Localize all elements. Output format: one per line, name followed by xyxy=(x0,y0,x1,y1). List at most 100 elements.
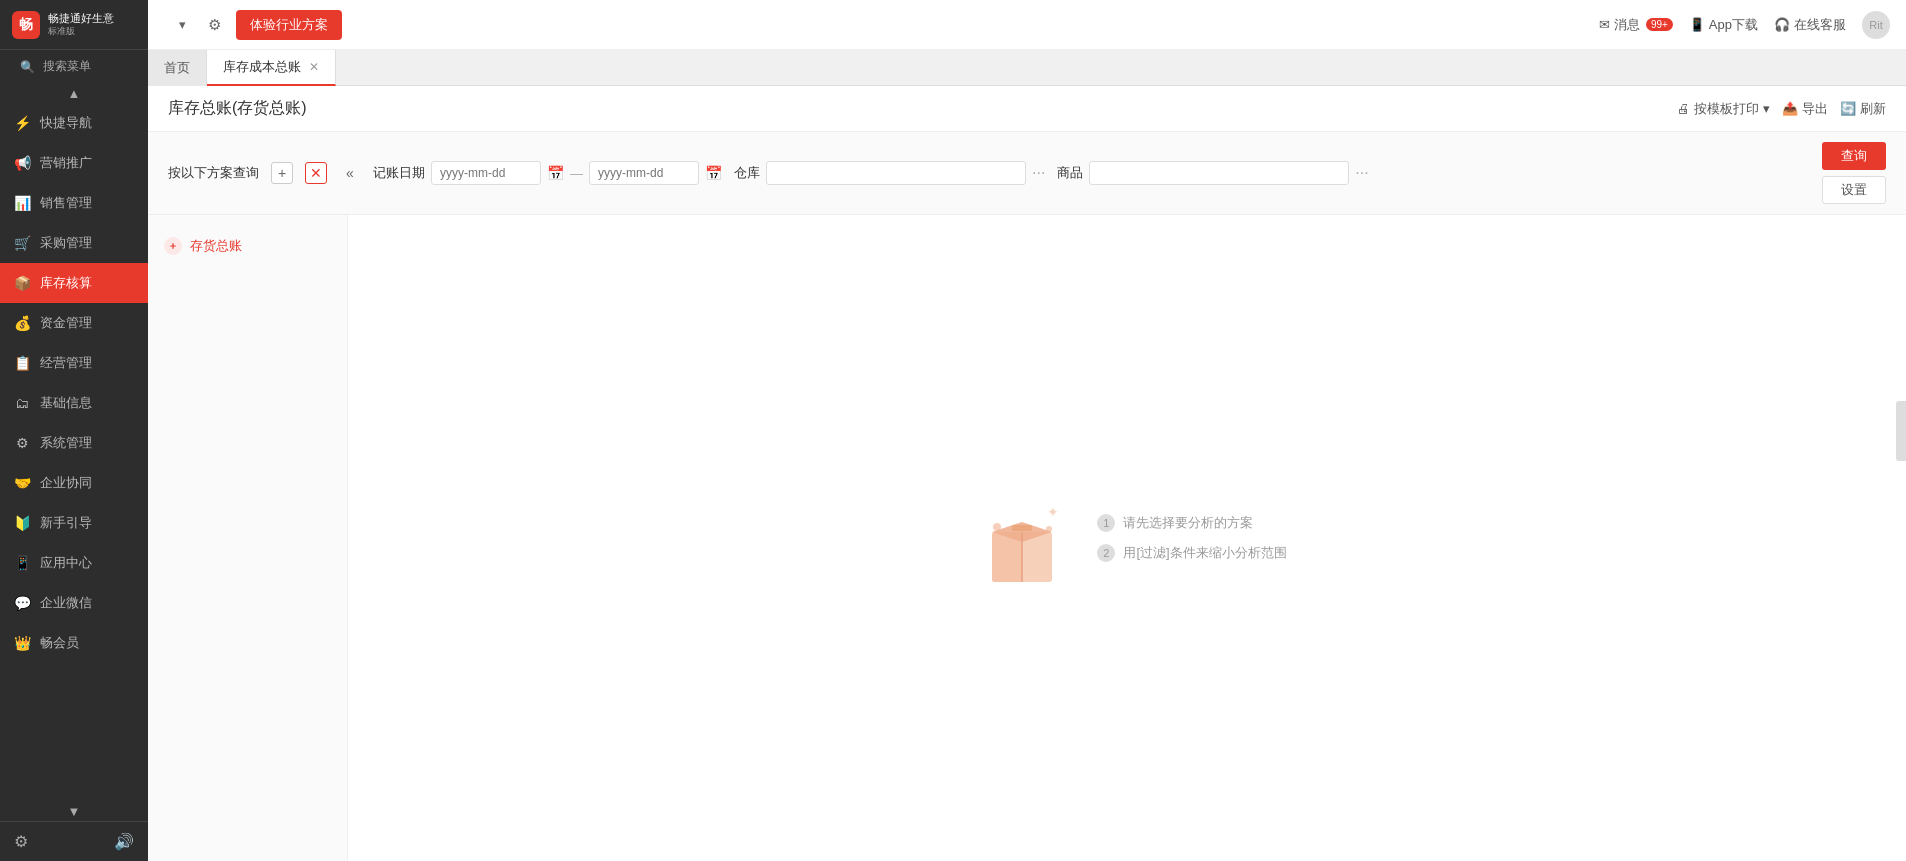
scheme-item[interactable]: 存货总账 xyxy=(148,227,347,265)
sidebar-item-label: 销售管理 xyxy=(40,194,92,212)
filter-date-group: 记账日期 📅 — 📅 xyxy=(373,161,722,185)
hint-num-2: 2 xyxy=(1097,544,1115,562)
export-icon: 📤 xyxy=(1782,101,1798,116)
finance-icon: 💰 xyxy=(12,315,32,331)
svg-rect-5 xyxy=(1012,525,1032,531)
sidebar-item-sales[interactable]: 📊 销售管理 xyxy=(0,183,148,223)
empty-state: ✦ 1 请先选择要分析的方案 2 用[过滤]条件来缩小分析范围 xyxy=(348,215,1906,861)
filter-bar: 按以下方案查询 + ✕ « 记账日期 📅 — 📅 仓库 ··· 商品 ··· xyxy=(148,132,1906,215)
headset-icon: 🎧 xyxy=(1774,17,1790,32)
right-panel-indicator[interactable] xyxy=(1896,401,1906,461)
hint-num-1: 1 xyxy=(1097,514,1115,532)
user-avatar[interactable]: Rit xyxy=(1862,11,1890,39)
scheme-sidebar: 存货总账 xyxy=(148,215,348,861)
dropdown-btn[interactable]: ▾ xyxy=(172,15,192,35)
sidebar-item-marketing[interactable]: 📢 营销推广 xyxy=(0,143,148,183)
content-body: 存货总账 xyxy=(148,215,1906,861)
message-icon: ✉ xyxy=(1599,17,1610,32)
tab-close-btn[interactable]: ✕ xyxy=(309,60,319,74)
print-icon: 🖨 xyxy=(1677,101,1690,116)
sidebar: 畅 畅捷通好生意 标准版 🔍 搜索菜单 ▲ ⚡ 快捷导航 📢 营销推广 📊 销售… xyxy=(0,0,148,861)
filter-add-btn[interactable]: + xyxy=(271,162,293,184)
online-service-item[interactable]: 🎧 在线客服 xyxy=(1774,16,1846,34)
enterprise-icon: 🤝 xyxy=(12,475,32,491)
query-btn[interactable]: 查询 xyxy=(1822,142,1886,170)
date-label: 记账日期 xyxy=(373,164,425,182)
sidebar-item-app-center[interactable]: 📱 应用中心 xyxy=(0,543,148,583)
date-start-input[interactable] xyxy=(431,161,541,185)
sidebar-item-operations[interactable]: 📋 经营管理 xyxy=(0,343,148,383)
sidebar-item-finance[interactable]: 💰 资金管理 xyxy=(0,303,148,343)
refresh-btn[interactable]: 🔄 刷新 xyxy=(1840,100,1886,118)
industry-btn[interactable]: 体验行业方案 xyxy=(236,10,342,40)
sidebar-item-member[interactable]: 👑 畅会员 xyxy=(0,623,148,663)
app-download-item[interactable]: 📱 App下载 xyxy=(1689,16,1758,34)
speaker-footer-icon[interactable]: 🔊 xyxy=(114,832,134,851)
member-icon: 👑 xyxy=(12,635,32,651)
scheme-badge xyxy=(164,237,182,255)
empty-text-block: 1 请先选择要分析的方案 2 用[过滤]条件来缩小分析范围 xyxy=(1097,514,1286,562)
svg-text:✦: ✦ xyxy=(1047,504,1059,520)
sidebar-item-inventory[interactable]: 📦 库存核算 xyxy=(0,263,148,303)
filter-actions: 查询 设置 xyxy=(1822,142,1886,204)
tab-home-label: 首页 xyxy=(164,59,190,77)
sidebar-item-enterprise[interactable]: 🤝 企业协同 xyxy=(0,463,148,503)
sidebar-item-label: 采购管理 xyxy=(40,234,92,252)
main-area: ▾ ⚙ 体验行业方案 ✉ 消息 99+ 📱 App下载 🎧 在线客服 Rit 首… xyxy=(148,0,1906,861)
warehouse-label: 仓库 xyxy=(734,164,760,182)
operations-icon: 📋 xyxy=(12,355,32,371)
hint-text-2: 用[过滤]条件来缩小分析范围 xyxy=(1123,544,1286,562)
settings-btn[interactable]: 设置 xyxy=(1822,176,1886,204)
calendar-end-icon[interactable]: 📅 xyxy=(705,165,722,181)
page-title: 库存总账(存货总账) xyxy=(168,98,307,119)
sidebar-search[interactable]: 🔍 搜索菜单 xyxy=(0,50,148,83)
sidebar-item-system[interactable]: ⚙ 系统管理 xyxy=(0,423,148,463)
sidebar-item-guide[interactable]: 🔰 新手引导 xyxy=(0,503,148,543)
sidebar-item-label: 基础信息 xyxy=(40,394,92,412)
scroll-down-btn[interactable]: ▼ xyxy=(0,801,148,821)
online-service-label: 在线客服 xyxy=(1794,16,1846,34)
settings-footer-icon[interactable]: ⚙ xyxy=(14,832,28,851)
filter-collapse-btn[interactable]: « xyxy=(339,162,361,184)
sidebar-item-quick-nav[interactable]: ⚡ 快捷导航 xyxy=(0,103,148,143)
print-btn[interactable]: 🖨 按模板打印 ▾ xyxy=(1677,100,1770,118)
content-area: 库存总账(存货总账) 🖨 按模板打印 ▾ 📤 导出 🔄 刷新 按以下方案查 xyxy=(148,86,1906,861)
calendar-start-icon[interactable]: 📅 xyxy=(547,165,564,181)
tab-home[interactable]: 首页 xyxy=(148,50,207,86)
svg-point-6 xyxy=(993,523,1001,531)
sidebar-item-enterprise-wx[interactable]: 💬 企业微信 xyxy=(0,583,148,623)
basic-info-icon: 🗂 xyxy=(12,395,32,411)
sidebar-footer: ⚙ 🔊 xyxy=(0,821,148,861)
sidebar-item-label: 企业协同 xyxy=(40,474,92,492)
sidebar-item-purchase[interactable]: 🛒 采购管理 xyxy=(0,223,148,263)
enterprise-wx-icon: 💬 xyxy=(12,595,32,611)
warehouse-input[interactable] xyxy=(766,161,1026,185)
goods-more-icon[interactable]: ··· xyxy=(1355,164,1368,182)
filter-clear-btn[interactable]: ✕ xyxy=(305,162,327,184)
sidebar-item-label: 营销推广 xyxy=(40,154,92,172)
goods-input[interactable] xyxy=(1089,161,1349,185)
sidebar-item-label: 经营管理 xyxy=(40,354,92,372)
app-center-icon: 📱 xyxy=(12,555,32,571)
sales-icon: 📊 xyxy=(12,195,32,211)
sidebar-item-label: 资金管理 xyxy=(40,314,92,332)
empty-content: ✦ 1 请先选择要分析的方案 2 用[过滤]条件来缩小分析范围 xyxy=(967,482,1286,595)
scroll-up-btn[interactable]: ▲ xyxy=(0,83,148,103)
system-icon: ⚙ xyxy=(12,435,32,451)
sidebar-item-label: 企业微信 xyxy=(40,594,92,612)
sidebar-nav: ⚡ 快捷导航 📢 营销推广 📊 销售管理 🛒 采购管理 📦 库存核算 💰 资金管… xyxy=(0,103,148,801)
sidebar-item-basic-info[interactable]: 🗂 基础信息 xyxy=(0,383,148,423)
gear-btn[interactable]: ⚙ xyxy=(200,11,228,39)
tab-inventory-ledger[interactable]: 库存成本总账 ✕ xyxy=(207,50,336,86)
date-end-input[interactable] xyxy=(589,161,699,185)
tab-inventory-ledger-label: 库存成本总账 xyxy=(223,58,301,76)
message-item[interactable]: ✉ 消息 99+ xyxy=(1599,16,1673,34)
warehouse-more-icon[interactable]: ··· xyxy=(1032,164,1045,182)
empty-hint-1: 1 请先选择要分析的方案 xyxy=(1097,514,1286,532)
header-left: ▾ ⚙ 体验行业方案 xyxy=(164,10,342,40)
filter-warehouse-group: 仓库 ··· xyxy=(734,161,1045,185)
sidebar-item-label: 畅会员 xyxy=(40,634,79,652)
sidebar-item-label: 库存核算 xyxy=(40,274,92,292)
marketing-icon: 📢 xyxy=(12,155,32,171)
export-btn[interactable]: 📤 导出 xyxy=(1782,100,1828,118)
